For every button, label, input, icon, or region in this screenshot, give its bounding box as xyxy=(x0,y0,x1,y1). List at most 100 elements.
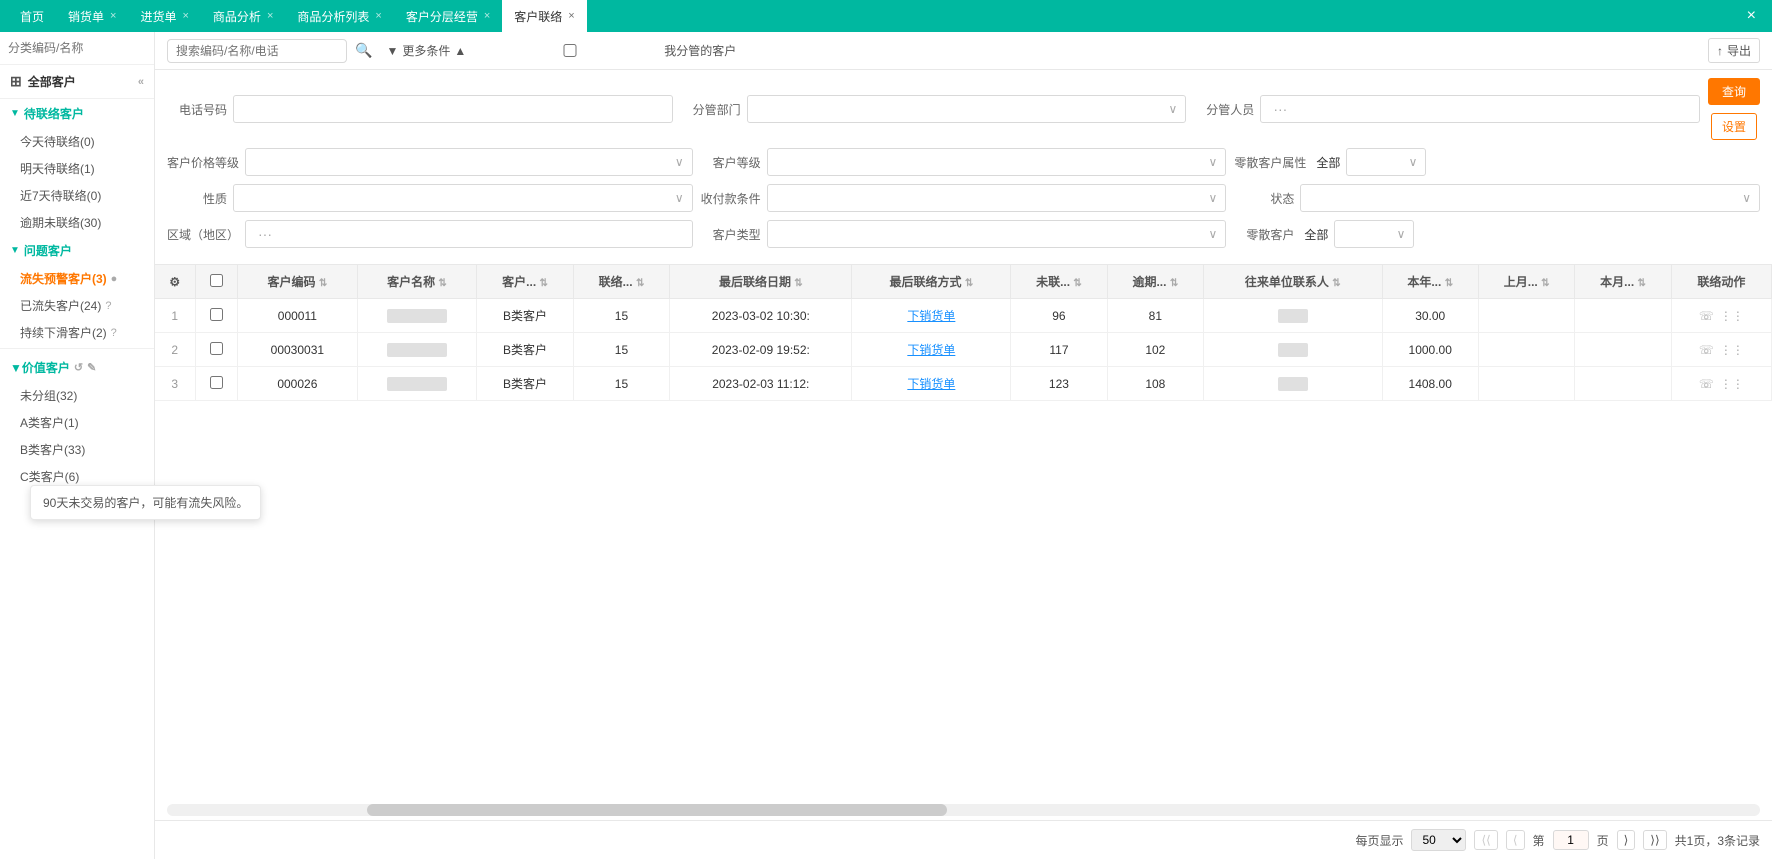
col-header-type[interactable]: 客户... ⇅ xyxy=(477,265,573,299)
refresh-icon[interactable]: ↺ xyxy=(74,361,83,374)
search-input[interactable] xyxy=(167,39,347,63)
row-type-1: B类客户 xyxy=(477,299,573,333)
person-label: 分管人员 xyxy=(1194,101,1254,118)
region-more-icon[interactable]: ··· xyxy=(254,226,276,242)
select-all-checkbox[interactable] xyxy=(210,274,223,287)
col-header-code[interactable]: 客户编码 ⇅ xyxy=(238,265,357,299)
col-header-this-month[interactable]: 本月... ⇅ xyxy=(1575,265,1671,299)
page-number-input[interactable] xyxy=(1553,830,1589,850)
phone-input[interactable] xyxy=(233,95,673,123)
search-button[interactable]: 🔍 xyxy=(355,42,372,59)
zero-customer-select[interactable]: ∨ xyxy=(1334,220,1414,248)
row-1-checkbox[interactable] xyxy=(210,308,223,321)
person-select[interactable]: ··· xyxy=(1260,95,1700,123)
sidebar-item-overdue-contact[interactable]: 逾期未联络(30) xyxy=(0,209,154,236)
status-select[interactable]: ∨ xyxy=(1300,184,1760,212)
close-tab-product-analysis-list[interactable]: × xyxy=(375,10,381,22)
scrollbar-thumb[interactable] xyxy=(367,804,947,816)
per-page-select[interactable]: 50 100 200 xyxy=(1411,829,1466,851)
tab-customer-contact[interactable]: 客户联络 × xyxy=(502,0,586,32)
col-header-contact-count[interactable]: 联络... ⇅ xyxy=(573,265,669,299)
price-level-select[interactable]: ∨ xyxy=(245,148,693,176)
tab-product-analysis[interactable]: 商品分析 × xyxy=(201,0,285,32)
payment-select[interactable]: ∨ xyxy=(767,184,1227,212)
row-last-method-1[interactable]: 下销货单 xyxy=(852,299,1011,333)
tab-purchase-order[interactable]: 进货单 × xyxy=(128,0,200,32)
row-checkbox-3[interactable] xyxy=(195,367,238,401)
more-actions-icon-2[interactable]: ⋮⋮ xyxy=(1720,343,1744,357)
tab-customer-segmentation[interactable]: 客户分层经营 × xyxy=(394,0,502,32)
nature-select[interactable]: ∨ xyxy=(233,184,693,212)
next-page-button[interactable]: ⟩ xyxy=(1617,830,1636,850)
row-3-checkbox[interactable] xyxy=(210,376,223,389)
row-checkbox-1[interactable] xyxy=(195,299,238,333)
last-page-button[interactable]: ⟩⟩ xyxy=(1643,830,1666,850)
my-customers-checkbox-container[interactable]: 我分管的客户 xyxy=(480,42,736,59)
first-page-button[interactable]: ⟨⟨ xyxy=(1474,830,1497,850)
horizontal-scrollbar[interactable] xyxy=(167,804,1760,816)
contact-icon-3[interactable]: ☏ xyxy=(1699,377,1714,391)
more-icon[interactable]: ··· xyxy=(1269,101,1291,117)
action-icons-3: ☏ ⋮⋮ xyxy=(1678,377,1765,391)
sidebar-group-pending-contact[interactable]: ▼ 待联络客户 xyxy=(0,99,154,128)
row-last-method-2[interactable]: 下销货单 xyxy=(852,333,1011,367)
sidebar-search-input[interactable] xyxy=(8,41,155,55)
tab-sales-order[interactable]: 销货单 × xyxy=(56,0,128,32)
col-header-settings[interactable]: ⚙ xyxy=(155,265,195,299)
tab-product-analysis-list[interactable]: 商品分析列表 × xyxy=(285,0,393,32)
contact-icon-1[interactable]: ☏ xyxy=(1699,309,1714,323)
zero-attr-select[interactable]: ∨ xyxy=(1346,148,1426,176)
sidebar-item-b-class[interactable]: B类客户(33) xyxy=(0,436,154,463)
query-button[interactable]: 查询 xyxy=(1708,78,1760,105)
col-header-last-method[interactable]: 最后联络方式 ⇅ xyxy=(852,265,1011,299)
sidebar-item-churned[interactable]: 已流失客户(24) ? xyxy=(0,292,154,319)
sidebar-item-declining[interactable]: 持续下滑客户(2) ? xyxy=(0,319,154,346)
chevron-down-icon-3: ∨ xyxy=(1209,155,1218,169)
col-header-name[interactable]: 客户名称 ⇅ xyxy=(357,265,477,299)
sidebar-all-customers[interactable]: ⊞ 全部客户 « xyxy=(0,65,154,99)
close-tab-product-analysis[interactable]: × xyxy=(267,10,273,22)
row-2-checkbox[interactable] xyxy=(210,342,223,355)
chevron-down-icon-7: ∨ xyxy=(1742,191,1751,205)
sidebar-item-tomorrow-contact[interactable]: 明天待联络(1) xyxy=(0,155,154,182)
col-header-overdue[interactable]: 逾期... ⇅ xyxy=(1107,265,1203,299)
sidebar-item-today-contact[interactable]: 今天待联络(0) xyxy=(0,128,154,155)
close-tab-sales-order[interactable]: × xyxy=(110,10,116,22)
prev-page-button[interactable]: ⟨ xyxy=(1506,830,1525,850)
sidebar-group-value-customers[interactable]: ▼ 价值客户 ↺ ✎ xyxy=(0,353,154,382)
row-last-method-3[interactable]: 下销货单 xyxy=(852,367,1011,401)
sidebar-item-churn-warning[interactable]: 流失预警客户(3) ● xyxy=(0,265,154,292)
close-tab-customer-contact[interactable]: × xyxy=(568,10,574,22)
region-select[interactable]: ··· xyxy=(245,220,693,248)
sidebar-group-problem-customers[interactable]: ▼ 问题客户 xyxy=(0,236,154,265)
close-tab-purchase-order[interactable]: × xyxy=(182,10,188,22)
more-actions-icon-3[interactable]: ⋮⋮ xyxy=(1720,377,1744,391)
edit-icon[interactable]: ✎ xyxy=(87,361,96,374)
contact-icon-2[interactable]: ☏ xyxy=(1699,343,1714,357)
customer-level-select[interactable]: ∨ xyxy=(767,148,1227,176)
col-header-last-date[interactable]: 最后联络日期 ⇅ xyxy=(670,265,852,299)
row-overdue-2: 102 xyxy=(1107,333,1203,367)
sidebar-item-unclassified[interactable]: 未分组(32) xyxy=(0,382,154,409)
top-navigation: 首页 销货单 × 进货单 × 商品分析 × 商品分析列表 × 客户分层经营 × … xyxy=(0,0,1772,32)
chevron-down-icon-8: ∨ xyxy=(1209,227,1218,241)
customer-type-select[interactable]: ∨ xyxy=(767,220,1227,248)
col-header-checkbox[interactable] xyxy=(195,265,238,299)
tab-home[interactable]: 首页 xyxy=(8,8,56,25)
sidebar-item-7day-contact[interactable]: 近7天待联络(0) xyxy=(0,182,154,209)
dept-select[interactable]: ∨ xyxy=(747,95,1187,123)
col-header-not-contacted[interactable]: 未联... ⇅ xyxy=(1011,265,1107,299)
settings-button[interactable]: 设置 xyxy=(1711,113,1757,140)
more-conditions-button[interactable]: ▼ 更多条件 ▲ xyxy=(380,39,472,62)
col-header-last-month[interactable]: 上月... ⇅ xyxy=(1478,265,1574,299)
row-checkbox-2[interactable] xyxy=(195,333,238,367)
my-customers-checkbox[interactable] xyxy=(480,44,660,57)
sort-icon-person: ⇅ xyxy=(1332,278,1340,289)
close-tab-customer-segmentation[interactable]: × xyxy=(484,10,490,22)
sidebar-item-a-class[interactable]: A类客户(1) xyxy=(0,409,154,436)
col-header-this-year[interactable]: 本年... ⇅ xyxy=(1382,265,1478,299)
export-button[interactable]: ↑ 导出 xyxy=(1708,38,1760,63)
col-header-contact-person[interactable]: 往来单位联系人 ⇅ xyxy=(1204,265,1382,299)
more-actions-icon-1[interactable]: ⋮⋮ xyxy=(1720,309,1744,323)
window-close-button[interactable]: × xyxy=(1739,7,1764,25)
